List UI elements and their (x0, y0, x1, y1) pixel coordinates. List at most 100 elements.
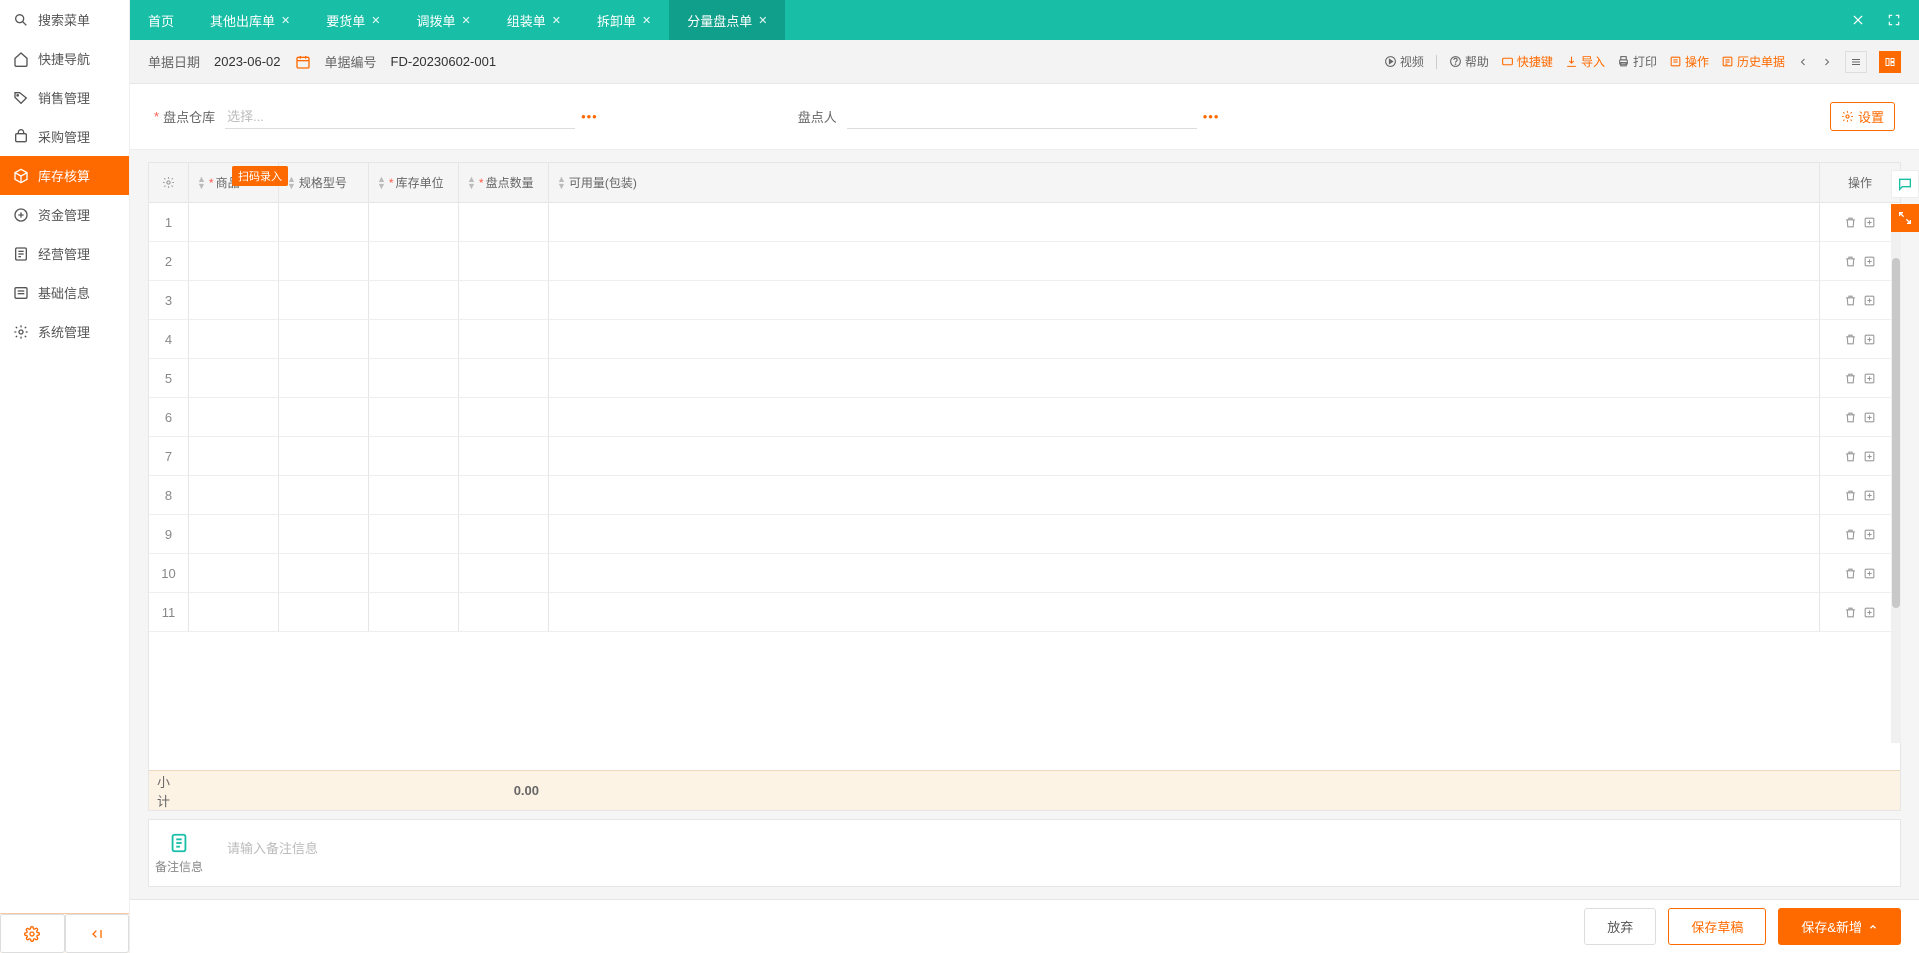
add-icon[interactable] (1863, 450, 1876, 463)
close-icon[interactable]: ✕ (371, 14, 380, 27)
box-icon (12, 167, 30, 185)
delete-icon[interactable] (1844, 294, 1857, 307)
sidebar-item-search[interactable]: 搜索菜单 (0, 0, 129, 39)
next-button[interactable] (1821, 56, 1833, 68)
table-row[interactable]: 3 (149, 281, 1900, 320)
scrollbar[interactable] (1891, 218, 1901, 743)
table-row[interactable]: 5 (149, 359, 1900, 398)
collapse-button[interactable] (65, 914, 130, 953)
delete-icon[interactable] (1844, 333, 1857, 346)
add-icon[interactable] (1863, 333, 1876, 346)
col-spec[interactable]: ▲▼规格型号 (279, 163, 369, 202)
sidebar-item-basic[interactable]: 基础信息 (0, 273, 129, 312)
person-input[interactable] (847, 105, 1197, 129)
close-icon[interactable]: ✕ (758, 14, 767, 27)
sidebar-item-inventory[interactable]: 库存核算 (0, 156, 129, 195)
date-value[interactable]: 2023-06-02 (214, 54, 281, 69)
save-new-button[interactable]: 保存&新增 (1778, 908, 1901, 945)
col-gear[interactable] (149, 163, 189, 202)
history-button[interactable]: 历史单据 (1721, 53, 1785, 70)
more-icon[interactable]: ••• (581, 109, 598, 124)
money-icon (12, 206, 30, 224)
close-icon[interactable]: ✕ (462, 14, 471, 27)
expand-button[interactable] (1891, 204, 1919, 232)
col-unit[interactable]: ▲▼*库存单位 (369, 163, 459, 202)
table-row[interactable]: 6 (149, 398, 1900, 437)
view-form-button[interactable] (1879, 51, 1901, 73)
calendar-icon[interactable] (295, 54, 311, 70)
close-icon[interactable]: ✕ (281, 14, 290, 27)
col-name[interactable]: ▲▼*商品扫码录入 (189, 163, 279, 202)
tab-other-out[interactable]: 其他出库单✕ (192, 0, 308, 40)
delete-icon[interactable] (1844, 450, 1857, 463)
scan-badge[interactable]: 扫码录入 (232, 166, 288, 186)
fullscreen-button[interactable] (1881, 7, 1907, 33)
table-row[interactable]: 8 (149, 476, 1900, 515)
import-button[interactable]: 导入 (1565, 53, 1605, 70)
prev-button[interactable] (1797, 56, 1809, 68)
tab-transfer[interactable]: 调拨单✕ (398, 0, 488, 40)
sidebar-item-system[interactable]: 系统管理 (0, 312, 129, 351)
add-icon[interactable] (1863, 255, 1876, 268)
sidebar-item-home[interactable]: 快捷导航 (0, 39, 129, 78)
code-value: FD-20230602-001 (391, 54, 497, 69)
person-field: 盘点人 ••• (798, 105, 1220, 129)
add-icon[interactable] (1863, 411, 1876, 424)
view-list-button[interactable] (1845, 51, 1867, 73)
table-row[interactable]: 7 (149, 437, 1900, 476)
table-row[interactable]: 4 (149, 320, 1900, 359)
close-icon[interactable]: ✕ (642, 14, 651, 27)
remark-input[interactable] (209, 820, 1900, 886)
close-icon[interactable]: ✕ (552, 14, 561, 27)
sidebar-label: 经营管理 (38, 244, 90, 263)
delete-icon[interactable] (1844, 567, 1857, 580)
delete-icon[interactable] (1844, 606, 1857, 619)
table-row[interactable]: 1 (149, 203, 1900, 242)
table-row[interactable]: 10 (149, 554, 1900, 593)
sidebar-item-operation[interactable]: 经营管理 (0, 234, 129, 273)
help-button[interactable]: 帮助 (1449, 53, 1489, 70)
sidebar-item-finance[interactable]: 资金管理 (0, 195, 129, 234)
tab-request[interactable]: 要货单✕ (308, 0, 398, 40)
add-icon[interactable] (1863, 528, 1876, 541)
table-row[interactable]: 9 (149, 515, 1900, 554)
settings-gear-button[interactable] (0, 914, 65, 953)
save-draft-button[interactable]: 保存草稿 (1668, 908, 1766, 945)
sidebar-label: 基础信息 (38, 283, 90, 302)
tab-count[interactable]: 分量盘点单✕ (669, 0, 785, 40)
add-icon[interactable] (1863, 216, 1876, 229)
tab-assemble[interactable]: 组装单✕ (489, 0, 579, 40)
col-avail[interactable]: ▲▼可用量(包装) (549, 163, 1820, 202)
table-row[interactable]: 11 (149, 593, 1900, 632)
delete-icon[interactable] (1844, 372, 1857, 385)
video-button[interactable]: 视频 (1384, 53, 1424, 70)
row-index: 8 (149, 476, 189, 514)
delete-icon[interactable] (1844, 255, 1857, 268)
add-icon[interactable] (1863, 294, 1876, 307)
tab-disassemble[interactable]: 拆卸单✕ (579, 0, 669, 40)
delete-icon[interactable] (1844, 216, 1857, 229)
chat-button[interactable] (1891, 170, 1919, 198)
column-settings-button[interactable]: 设置 (1830, 102, 1895, 131)
delete-icon[interactable] (1844, 411, 1857, 424)
col-qty[interactable]: ▲▼*盘点数量 (459, 163, 549, 202)
delete-icon[interactable] (1844, 528, 1857, 541)
delete-icon[interactable] (1844, 489, 1857, 502)
add-icon[interactable] (1863, 606, 1876, 619)
main: 首页 其他出库单✕ 要货单✕ 调拨单✕ 组装单✕ 拆卸单✕ 分量盘点单✕ 单据日… (130, 0, 1919, 953)
shortcut-button[interactable]: 快捷键 (1501, 53, 1553, 70)
close-all-button[interactable] (1845, 7, 1871, 33)
warehouse-input[interactable] (225, 105, 575, 129)
tab-home[interactable]: 首页 (130, 0, 192, 40)
sidebar-item-sales[interactable]: 销售管理 (0, 78, 129, 117)
operate-button[interactable]: 操作 (1669, 53, 1709, 70)
add-icon[interactable] (1863, 567, 1876, 580)
sidebar-item-purchase[interactable]: 采购管理 (0, 117, 129, 156)
print-button[interactable]: 打印 (1617, 53, 1657, 70)
add-icon[interactable] (1863, 372, 1876, 385)
add-icon[interactable] (1863, 489, 1876, 502)
table-row[interactable]: 2 (149, 242, 1900, 281)
more-icon[interactable]: ••• (1203, 109, 1220, 124)
discard-button[interactable]: 放弃 (1584, 908, 1656, 945)
tag-icon (12, 89, 30, 107)
